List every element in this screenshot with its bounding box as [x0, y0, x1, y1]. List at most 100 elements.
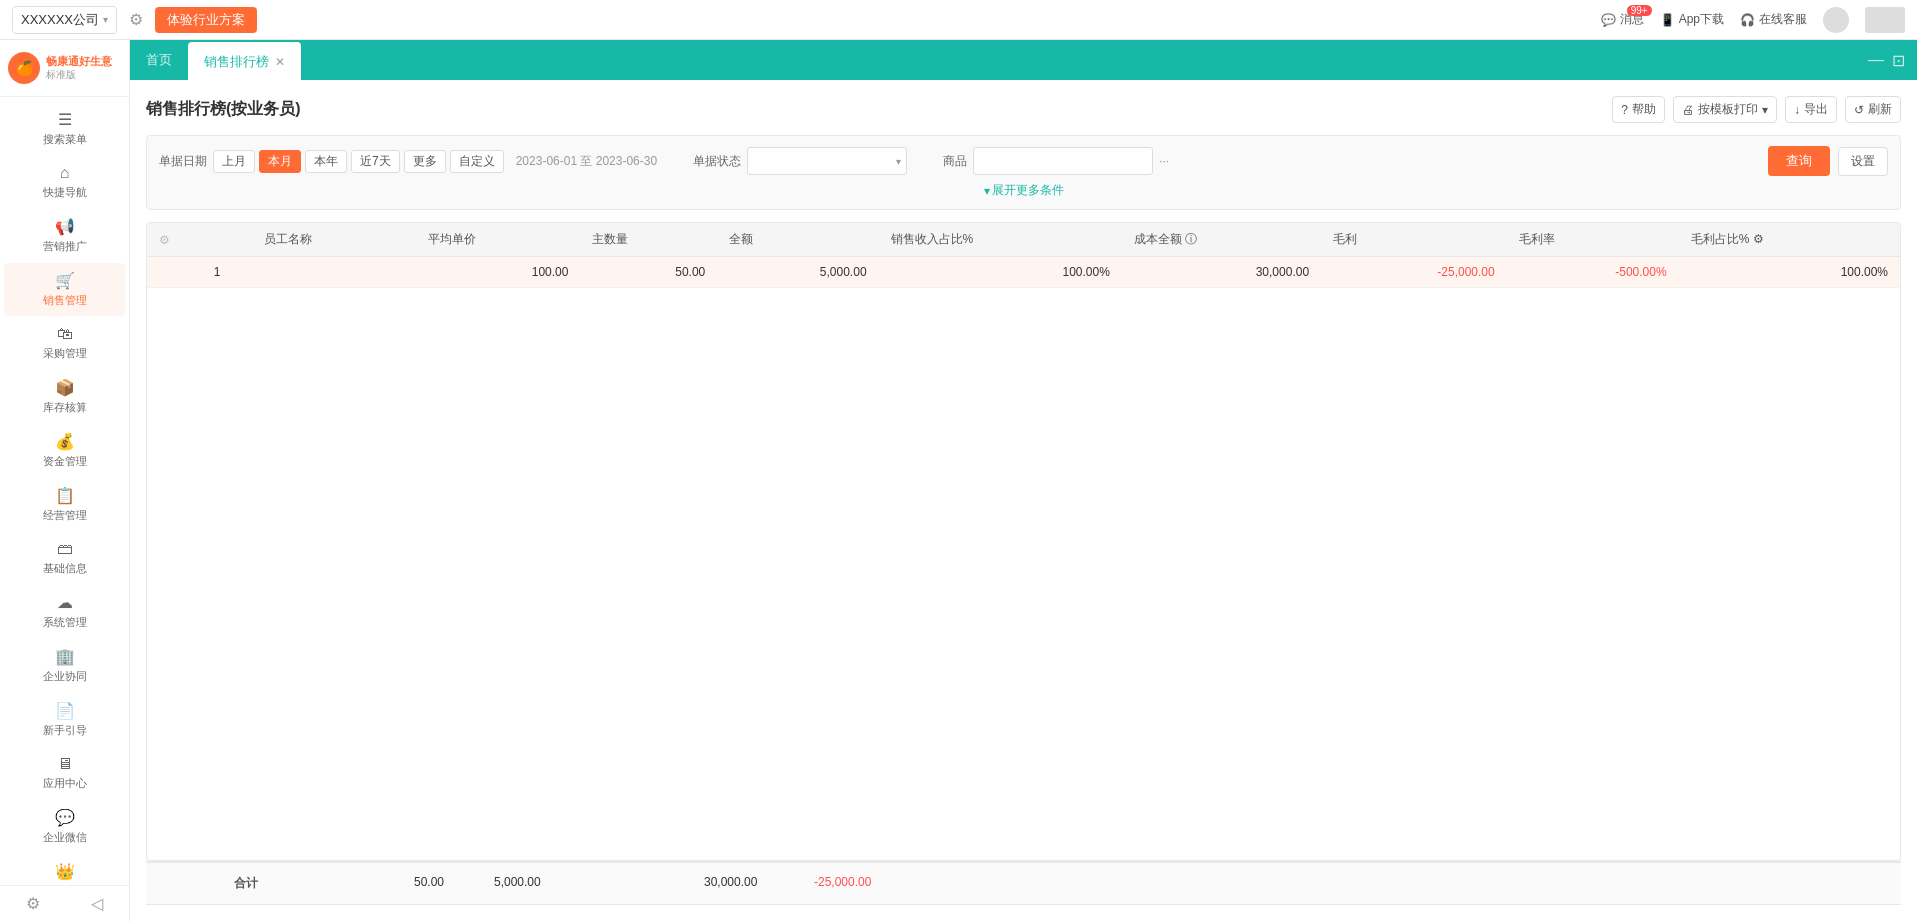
- topbar-settings-icon[interactable]: ⚙: [129, 10, 143, 29]
- col-cost-amount: 成本全额 ⓘ: [1122, 223, 1321, 257]
- sidebar-item-operations[interactable]: 📋 经营管理: [4, 478, 125, 531]
- sidebar-settings-icon[interactable]: ⚙: [26, 894, 40, 913]
- user-avatar[interactable]: [1823, 7, 1849, 33]
- sidebar-item-sales[interactable]: 🛒 销售管理: [4, 263, 125, 316]
- maximize-icon[interactable]: ⊡: [1892, 51, 1905, 70]
- sidebar-item-label: 基础信息: [43, 561, 87, 576]
- user-name-placeholder[interactable]: [1865, 7, 1905, 33]
- sidebar-item-quick-nav[interactable]: ⌂ 快捷导航: [4, 156, 125, 208]
- table-cell: -500.00%: [1507, 257, 1679, 288]
- sidebar-item-inventory[interactable]: 📦 库存核算: [4, 370, 125, 423]
- period-7days[interactable]: 近7天: [351, 150, 400, 173]
- chevron-down-icon: ▾: [984, 184, 990, 198]
- table-cell: 50.00: [580, 257, 717, 288]
- sidebar-item-search-orders[interactable]: ☰ 搜索菜单: [4, 102, 125, 155]
- inventory-icon: 📦: [55, 378, 75, 397]
- table-header-row: ⚙ 员工名称 平均单价 主数量 全额 销售收入占比% 成本全额 ⓘ 毛利 毛利率…: [147, 223, 1900, 257]
- refresh-icon: ↺: [1854, 103, 1864, 117]
- table-cell: 5,000.00: [717, 257, 878, 288]
- sidebar-item-marketing[interactable]: 📢 营销推广: [4, 209, 125, 262]
- refresh-button[interactable]: ↺ 刷新: [1845, 96, 1901, 123]
- home-icon: ⌂: [60, 164, 70, 182]
- company-selector[interactable]: XXXXXX公司 ▾: [12, 6, 117, 34]
- trial-button[interactable]: 体验行业方案: [155, 7, 257, 33]
- footer-sales-pct: [582, 871, 692, 896]
- sidebar-item-label: 快捷导航: [43, 185, 87, 200]
- query-button[interactable]: 查询: [1768, 146, 1830, 176]
- sidebar-item-label: 搜索菜单: [43, 132, 87, 147]
- col-gross-pct: 毛利占比% ⚙: [1679, 223, 1900, 257]
- sidebar-item-finance[interactable]: 💰 资金管理: [4, 424, 125, 477]
- period-last-month[interactable]: 上月: [213, 150, 255, 173]
- col-gross: 毛利: [1321, 223, 1507, 257]
- period-this-year[interactable]: 本年: [305, 150, 347, 173]
- sidebar-item-basic-info[interactable]: 🗃 基础信息: [4, 532, 125, 584]
- footer-empty-1: [158, 871, 190, 896]
- search-orders-icon: ☰: [58, 110, 72, 129]
- sidebar-item-label: 库存核算: [43, 400, 87, 415]
- period-this-month[interactable]: 本月: [259, 150, 301, 173]
- table-cell: 1: [182, 257, 252, 288]
- table-cell: 100.00%: [1679, 257, 1900, 288]
- col-main-qty: 主数量: [580, 223, 717, 257]
- sidebar-item-label: 新手引导: [43, 723, 87, 738]
- settings-button[interactable]: 设置: [1838, 147, 1888, 176]
- table-cell: [147, 257, 182, 288]
- message-item[interactable]: 💬 消息 99+: [1601, 11, 1644, 28]
- app-download-item[interactable]: 📱 App下载: [1660, 11, 1724, 28]
- period-more[interactable]: 更多: [404, 150, 446, 173]
- filter-bar: 单据日期 上月 本月 本年 近7天 更多 自定义 2023-06-01 至 20…: [146, 135, 1901, 210]
- topbar-right: 💬 消息 99+ 📱 App下载 🎧 在线客服: [1601, 7, 1905, 33]
- sidebar-item-guide[interactable]: 📄 新手引导: [4, 693, 125, 746]
- goods-input[interactable]: [973, 147, 1153, 175]
- date-period-buttons: 上月 本月 本年 近7天 更多 自定义: [213, 150, 504, 173]
- footer-main-qty: 50.00: [402, 871, 482, 896]
- help-button[interactable]: ? 帮助: [1612, 96, 1665, 123]
- online-service-item[interactable]: 🎧 在线客服: [1740, 11, 1807, 28]
- tab-sales-rank[interactable]: 销售排行榜 ✕: [188, 42, 301, 82]
- tab-home-label: 首页: [146, 51, 172, 69]
- expand-row: ▾ 展开更多条件: [159, 182, 1888, 199]
- table-cell: [252, 257, 416, 288]
- content-area: 首页 销售排行榜 ✕ — ⊡ 销售排行榜(按业务员) ? 帮助: [130, 40, 1917, 921]
- app-center-icon: 🖥: [57, 755, 73, 773]
- print-icon: 🖨: [1682, 103, 1694, 117]
- sidebar-item-wechat[interactable]: 💬 企业微信: [4, 800, 125, 853]
- page-header: 销售排行榜(按业务员) ? 帮助 🖨 按模板打印 ▾ ↓ 导出: [146, 96, 1901, 123]
- col-settings-icon[interactable]: ⚙: [159, 233, 170, 247]
- app-icon: 📱: [1660, 13, 1675, 27]
- headset-icon: 🎧: [1740, 13, 1755, 27]
- operations-icon: 📋: [55, 486, 75, 505]
- status-select[interactable]: [747, 147, 907, 175]
- sidebar-item-purchase[interactable]: 🛍 采购管理: [4, 317, 125, 369]
- footer-amount: 5,000.00: [482, 871, 582, 896]
- app-download-label: App下载: [1679, 11, 1724, 28]
- export-button[interactable]: ↓ 导出: [1785, 96, 1837, 123]
- sidebar-item-system[interactable]: ☁ 系统管理: [4, 585, 125, 638]
- more-dots-icon[interactable]: ···: [1159, 154, 1169, 168]
- print-chevron-icon: ▾: [1762, 103, 1768, 117]
- sidebar-item-label: 企业微信: [43, 830, 87, 845]
- footer-empty-2: [190, 871, 222, 896]
- sidebar-item-app-center[interactable]: 🖥 应用中心: [4, 747, 125, 799]
- sidebar-collapse-icon[interactable]: ◁: [91, 894, 103, 913]
- finance-icon: 💰: [55, 432, 75, 451]
- system-icon: ☁: [57, 593, 73, 612]
- status-select-wrap: [747, 147, 907, 175]
- table-cell: 30,000.00: [1122, 257, 1321, 288]
- purchase-icon: 🛍: [57, 325, 73, 343]
- tab-home[interactable]: 首页: [130, 40, 188, 80]
- date-filter: 单据日期 上月 本月 本年 近7天 更多 自定义: [159, 150, 504, 173]
- minimize-icon[interactable]: —: [1868, 51, 1884, 69]
- expand-more-button[interactable]: ▾ 展开更多条件: [984, 182, 1064, 199]
- chevron-down-icon: ▾: [103, 14, 108, 25]
- print-button[interactable]: 🖨 按模板打印 ▾: [1673, 96, 1777, 123]
- sidebar-item-enterprise-collab[interactable]: 🏢 企业协同: [4, 639, 125, 692]
- sales-rank-table: ⚙ 员工名称 平均单价 主数量 全额 销售收入占比% 成本全额 ⓘ 毛利 毛利率…: [147, 223, 1900, 288]
- sidebar-item-label: 应用中心: [43, 776, 87, 791]
- sidebar-item-member[interactable]: 👑 畅会员: [4, 854, 125, 885]
- period-custom[interactable]: 自定义: [450, 150, 504, 173]
- tab-close-icon[interactable]: ✕: [275, 55, 285, 69]
- message-icon: 💬: [1601, 13, 1616, 27]
- online-service-label: 在线客服: [1759, 11, 1807, 28]
